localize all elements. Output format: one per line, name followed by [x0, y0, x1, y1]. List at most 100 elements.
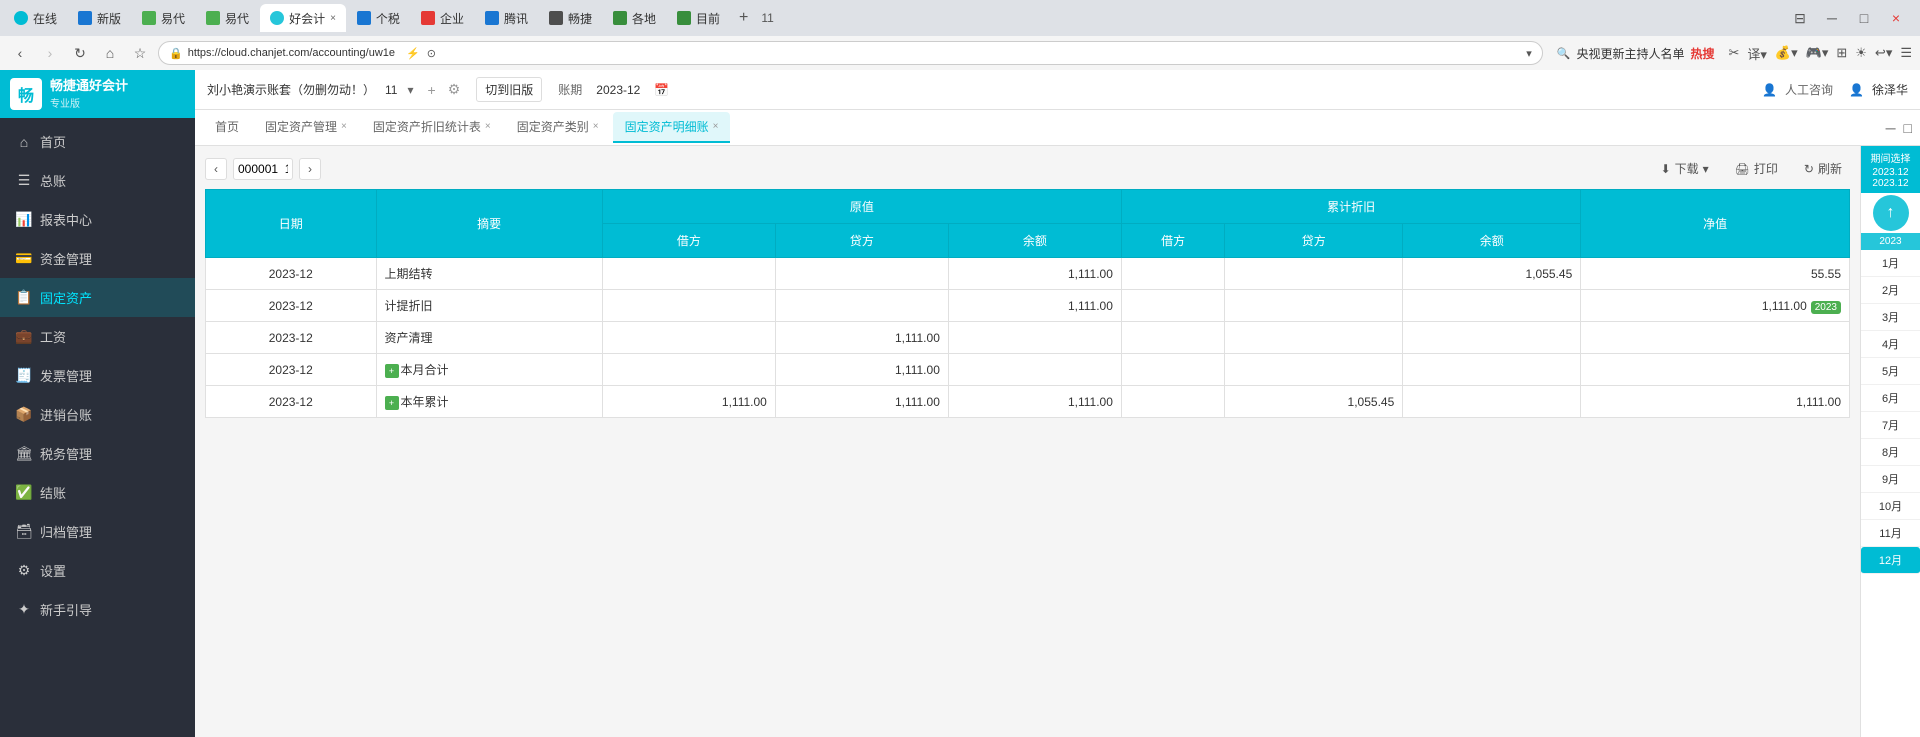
- period-year: 2023: [1861, 233, 1920, 250]
- tax-icon: 🏛: [16, 446, 32, 462]
- table-cell-accum-credit: [1225, 290, 1403, 322]
- browser-tab-muqian[interactable]: 目前: [667, 4, 730, 32]
- sidebar-item-ledger[interactable]: ☰ 总账: [0, 161, 195, 200]
- browser-tab-gedi[interactable]: 各地: [603, 4, 666, 32]
- table-cell-orig-debit: [602, 322, 775, 354]
- page-tab-close-fixed-depreciation[interactable]: ×: [485, 121, 491, 132]
- browser-tab-online[interactable]: 在线: [4, 4, 67, 32]
- period-month-item[interactable]: 12月: [1861, 547, 1920, 574]
- print-btn[interactable]: 🖨 打印: [1727, 156, 1786, 181]
- sidebar-item-fixed-asset[interactable]: 📋 固定资产: [0, 278, 195, 317]
- prev-page-btn[interactable]: ‹: [205, 158, 227, 180]
- scroll-to-top-btn[interactable]: ↑: [1873, 195, 1909, 231]
- page-tab-fixed-mgmt[interactable]: 固定资产管理 ×: [253, 112, 359, 143]
- minimize-window-btn[interactable]: ─: [1820, 6, 1844, 30]
- table-cell-accum-balance: [1403, 354, 1581, 386]
- page-tab-close-fixed-mgmt[interactable]: ×: [341, 121, 347, 132]
- th-summary: 摘要: [376, 190, 602, 258]
- reload-btn[interactable]: ↻: [68, 41, 92, 65]
- page-tab-fixed-depreciation[interactable]: 固定资产折旧统计表 ×: [361, 112, 503, 143]
- bookmark-star-btn[interactable]: ⊙: [427, 47, 436, 60]
- table-cell-accum-credit: [1225, 322, 1403, 354]
- sidebar-item-settlement[interactable]: ✅ 结账: [0, 473, 195, 512]
- sidebar-item-fund[interactable]: 💳 资金管理: [0, 239, 195, 278]
- sidebar-item-invoice[interactable]: 🧾 发票管理: [0, 356, 195, 395]
- company-name: 刘小艳演示账套（勿删勿动！）: [207, 81, 375, 98]
- period-panel: 期间选择 2023.12 2023.12 ↑ 2023 1月2月3月4月5月6月…: [1860, 146, 1920, 737]
- browser-tab-qiye[interactable]: 企业: [411, 4, 474, 32]
- forward-btn[interactable]: ›: [38, 41, 62, 65]
- site-info-btn[interactable]: ⚡: [406, 47, 420, 60]
- browser-tab-close-haokuaiji[interactable]: ×: [330, 13, 336, 24]
- browser-tab-geshui[interactable]: 个税: [347, 4, 410, 32]
- page-tab-close-fixed-detail[interactable]: ×: [713, 121, 719, 132]
- browser-tab-yidai1[interactable]: 易代: [132, 4, 195, 32]
- period-month-item[interactable]: 4月: [1861, 331, 1920, 358]
- period-month-item[interactable]: 11月: [1861, 520, 1920, 547]
- page-tab-close-fixed-category[interactable]: ×: [593, 121, 599, 132]
- wallet-icon[interactable]: 💰▾: [1775, 45, 1798, 61]
- period-month-item[interactable]: 9月: [1861, 466, 1920, 493]
- browser-tab-haokuaiji[interactable]: 好会计 ×: [260, 4, 346, 32]
- switch-old-version-btn[interactable]: 切到旧版: [476, 77, 542, 102]
- browser-tab-new[interactable]: 新版: [68, 4, 131, 32]
- address-expand-btn[interactable]: ▾: [1526, 47, 1532, 60]
- period-month-item[interactable]: 6月: [1861, 385, 1920, 412]
- table-cell-accum-balance: [1403, 386, 1581, 418]
- next-page-btn[interactable]: ›: [299, 158, 321, 180]
- ai-consult-label[interactable]: 人工咨询: [1785, 81, 1833, 98]
- brightness-icon[interactable]: ☀: [1855, 45, 1867, 61]
- download-btn[interactable]: ⬇ 下载 ▾: [1653, 156, 1717, 181]
- page-tab-home[interactable]: 首页: [203, 112, 251, 143]
- menu-icon[interactable]: ☰: [1900, 45, 1912, 61]
- sidebar-item-guide[interactable]: ✦ 新手引导: [0, 590, 195, 629]
- period-month-item[interactable]: 2月: [1861, 277, 1920, 304]
- undo-icon[interactable]: ↩▾: [1875, 45, 1892, 61]
- period-month-item[interactable]: 3月: [1861, 304, 1920, 331]
- tab-badge[interactable]: 11: [761, 11, 773, 25]
- browser-tab-tencent[interactable]: 腾讯: [475, 4, 538, 32]
- bookmark-btn[interactable]: ☆: [128, 41, 152, 65]
- account-add-btn[interactable]: +: [428, 82, 436, 98]
- restore-window-btn[interactable]: ⊟: [1788, 6, 1812, 30]
- period-month-item[interactable]: 8月: [1861, 439, 1920, 466]
- scissors-icon[interactable]: ✂: [1728, 45, 1739, 61]
- account-dropdown[interactable]: ▾: [407, 83, 413, 97]
- top-bar: 刘小艳演示账套（勿删勿动！） 11 ▾ + ⚙ 切到旧版 账期 2023-12 …: [195, 70, 1920, 110]
- refresh-btn[interactable]: ↻ 刷新: [1796, 156, 1850, 181]
- year-badge: 2023: [1811, 301, 1841, 314]
- print-icon: 🖨: [1735, 162, 1750, 176]
- sidebar-item-home[interactable]: ⌂ 首页: [0, 122, 195, 161]
- sidebar-item-tax[interactable]: 🏛 税务管理: [0, 434, 195, 473]
- game-icon[interactable]: 🎮▾: [1806, 45, 1829, 61]
- toolbar-icons: ✂ 译▾ 💰▾ 🎮▾ ⊞ ☀ ↩▾ ☰: [1728, 44, 1912, 63]
- table-cell-orig-debit: [602, 354, 775, 386]
- page-tab-fixed-category[interactable]: 固定资产类别 ×: [505, 112, 611, 143]
- period-month-item[interactable]: 7月: [1861, 412, 1920, 439]
- maximize-window-btn[interactable]: □: [1852, 6, 1876, 30]
- table-cell-orig-credit: 1,111.00: [775, 386, 948, 418]
- back-btn[interactable]: ‹: [8, 41, 32, 65]
- address-bar[interactable]: 🔒 https://cloud.chanjet.com/accounting/u…: [158, 41, 1543, 65]
- window-minimize-icon[interactable]: ─: [1886, 120, 1896, 136]
- window-maximize-icon[interactable]: □: [1904, 120, 1912, 136]
- pagination-input[interactable]: [233, 158, 293, 180]
- period-month-item[interactable]: 5月: [1861, 358, 1920, 385]
- close-window-btn[interactable]: ×: [1884, 6, 1908, 30]
- period-edit-btn[interactable]: 📅: [654, 83, 669, 97]
- new-tab-button[interactable]: +: [731, 9, 756, 27]
- apps-icon[interactable]: ⊞: [1836, 45, 1847, 61]
- period-month-item[interactable]: 10月: [1861, 493, 1920, 520]
- account-settings-btn[interactable]: ⚙: [448, 81, 461, 98]
- home-btn[interactable]: ⌂: [98, 41, 122, 65]
- sidebar-item-archive[interactable]: 🗃 归档管理: [0, 512, 195, 551]
- sidebar-item-report[interactable]: 📊 报表中心: [0, 200, 195, 239]
- period-month-item[interactable]: 1月: [1861, 250, 1920, 277]
- sidebar-item-payroll[interactable]: 💼 工资: [0, 317, 195, 356]
- browser-tab-yidai2[interactable]: 易代: [196, 4, 259, 32]
- sidebar-item-stock[interactable]: 📦 进销台账: [0, 395, 195, 434]
- sidebar-item-settings[interactable]: ⚙ 设置: [0, 551, 195, 590]
- translate-icon[interactable]: 译▾: [1747, 44, 1767, 63]
- page-tab-fixed-detail[interactable]: 固定资产明细账 ×: [613, 112, 731, 143]
- browser-tab-changjie[interactable]: 畅捷: [539, 4, 602, 32]
